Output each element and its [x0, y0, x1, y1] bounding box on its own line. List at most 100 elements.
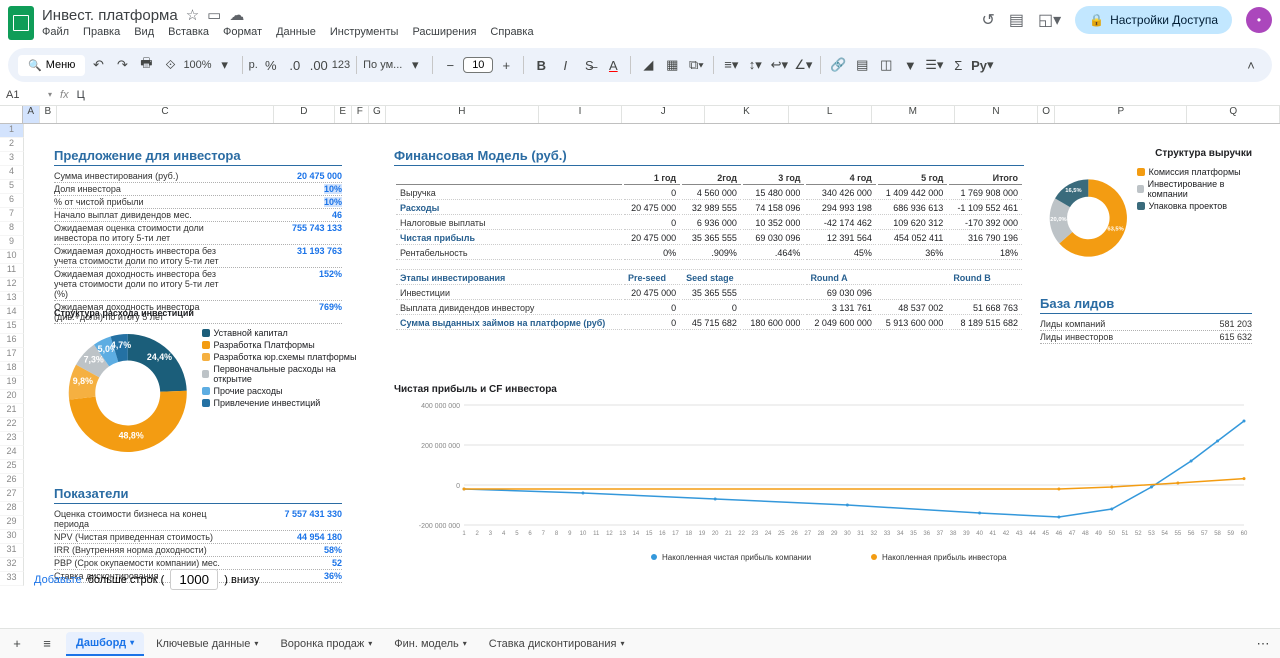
row-22[interactable]: 22 — [0, 418, 24, 432]
row-9[interactable]: 9 — [0, 236, 24, 250]
font-select[interactable]: По ум... — [363, 59, 402, 71]
merge-icon[interactable]: ⧉▾ — [685, 54, 707, 76]
row-18[interactable]: 18 — [0, 362, 24, 376]
row-33[interactable]: 33 — [0, 572, 24, 586]
row-25[interactable]: 25 — [0, 460, 24, 474]
menu-Инструменты[interactable]: Инструменты — [330, 26, 399, 38]
col-C[interactable]: C — [57, 106, 274, 123]
functions-icon[interactable]: Σ — [947, 54, 969, 76]
row-12[interactable]: 12 — [0, 278, 24, 292]
row-13[interactable]: 13 — [0, 292, 24, 306]
sheet-tab-4[interactable]: Ставка дисконтирования ▾ — [479, 632, 635, 656]
meet-icon[interactable]: ◱▾ — [1038, 10, 1061, 30]
filter-icon[interactable]: ▼ — [899, 54, 921, 76]
dec-increase-icon[interactable]: .00 — [308, 54, 330, 76]
font-inc-icon[interactable]: + — [495, 54, 517, 76]
strike-icon[interactable]: S̶ — [578, 54, 600, 76]
row-21[interactable]: 21 — [0, 404, 24, 418]
row-7[interactable]: 7 — [0, 208, 24, 222]
menu-Вставка[interactable]: Вставка — [168, 26, 209, 38]
user-avatar[interactable]: • — [1246, 7, 1272, 33]
col-B[interactable]: B — [40, 106, 57, 123]
redo-icon[interactable]: ↷ — [111, 54, 133, 76]
menu-Данные[interactable]: Данные — [276, 26, 316, 38]
menus-button[interactable]: 🔍Меню — [18, 55, 85, 76]
text-color-icon[interactable]: A — [602, 54, 624, 76]
link-icon[interactable]: 🔗 — [827, 54, 849, 76]
chevron-down-icon[interactable]: ▾ — [368, 639, 372, 648]
menu-Вид[interactable]: Вид — [134, 26, 154, 38]
row-24[interactable]: 24 — [0, 446, 24, 460]
col-F[interactable]: F — [352, 106, 369, 123]
col-Q[interactable]: Q — [1187, 106, 1280, 123]
fill-color-icon[interactable]: ◢ — [637, 54, 659, 76]
row-3[interactable]: 3 — [0, 152, 24, 166]
col-O[interactable]: O — [1038, 106, 1055, 123]
row-32[interactable]: 32 — [0, 558, 24, 572]
comments-icon[interactable]: ▤ — [1009, 10, 1024, 30]
col-A[interactable]: A — [23, 106, 40, 123]
row-6[interactable]: 6 — [0, 194, 24, 208]
borders-icon[interactable]: ▦ — [661, 54, 683, 76]
filterviews-icon[interactable]: ☰▾ — [923, 54, 945, 76]
paint-format-icon[interactable]: ⟐ — [159, 54, 181, 76]
chevron-down-icon[interactable]: ▾ — [214, 54, 236, 76]
col-J[interactable]: J — [622, 106, 705, 123]
row-27[interactable]: 27 — [0, 488, 24, 502]
rotate-icon[interactable]: ∠▾ — [792, 54, 814, 76]
chart-icon[interactable]: ◫ — [875, 54, 897, 76]
chevron-down-icon[interactable]: ▾ — [48, 90, 52, 99]
row-14[interactable]: 14 — [0, 306, 24, 320]
row-2[interactable]: 2 — [0, 138, 24, 152]
zoom[interactable]: 100% — [183, 59, 211, 71]
row-4[interactable]: 4 — [0, 166, 24, 180]
dec-decrease-icon[interactable]: .0 — [284, 54, 306, 76]
font-dec-icon[interactable]: − — [439, 54, 461, 76]
menu-Справка[interactable]: Справка — [490, 26, 533, 38]
halign-icon[interactable]: ≡▾ — [720, 54, 742, 76]
add-sheet-icon[interactable]: + — [6, 633, 28, 655]
move-icon[interactable]: ▭ — [207, 6, 221, 24]
explore-icon[interactable]: ⋯ — [1252, 633, 1274, 655]
col-M[interactable]: M — [872, 106, 955, 123]
col-N[interactable]: N — [955, 106, 1038, 123]
add-rows-input[interactable] — [170, 569, 218, 590]
undo-icon[interactable]: ↶ — [87, 54, 109, 76]
col-E[interactable]: E — [335, 106, 352, 123]
cloud-icon[interactable]: ☁ — [229, 6, 244, 24]
number-format[interactable]: 123 — [332, 59, 350, 71]
doc-title[interactable]: Инвест. платформа — [42, 7, 178, 24]
collapse-icon[interactable]: ˄ — [1240, 54, 1262, 76]
row-17[interactable]: 17 — [0, 348, 24, 362]
chevron-down-icon[interactable]: ▾ — [130, 638, 134, 647]
col-P[interactable]: P — [1055, 106, 1187, 123]
currency[interactable]: р. — [249, 59, 258, 71]
row-16[interactable]: 16 — [0, 334, 24, 348]
sheet-tab-2[interactable]: Воронка продаж ▾ — [270, 632, 382, 656]
percent-icon[interactable]: % — [260, 54, 282, 76]
menu-Расширения[interactable]: Расширения — [412, 26, 476, 38]
print-icon[interactable]: 🖶 — [135, 54, 157, 76]
comment-icon[interactable]: ▤ — [851, 54, 873, 76]
menu-Формат[interactable]: Формат — [223, 26, 262, 38]
row-8[interactable]: 8 — [0, 222, 24, 236]
all-sheets-icon[interactable]: ≡ — [36, 633, 58, 655]
col-G[interactable]: G — [369, 106, 386, 123]
row-28[interactable]: 28 — [0, 502, 24, 516]
row-30[interactable]: 30 — [0, 530, 24, 544]
row-23[interactable]: 23 — [0, 432, 24, 446]
sheet-tab-0[interactable]: Дашборд ▾ — [66, 632, 144, 656]
row-5[interactable]: 5 — [0, 180, 24, 194]
name-box[interactable]: A1 — [0, 89, 48, 101]
valign-icon[interactable]: ↕▾ — [744, 54, 766, 76]
row-20[interactable]: 20 — [0, 390, 24, 404]
script-icon[interactable]: Ру▾ — [971, 54, 993, 76]
sheets-app-icon[interactable] — [8, 6, 34, 40]
history-icon[interactable]: ↺ — [981, 10, 994, 30]
star-icon[interactable]: ☆ — [186, 6, 199, 24]
row-11[interactable]: 11 — [0, 264, 24, 278]
bold-icon[interactable]: B — [530, 54, 552, 76]
col-K[interactable]: K — [705, 106, 788, 123]
add-rows-link[interactable]: Добавьте — [34, 574, 82, 586]
col-D[interactable]: D — [274, 106, 335, 123]
